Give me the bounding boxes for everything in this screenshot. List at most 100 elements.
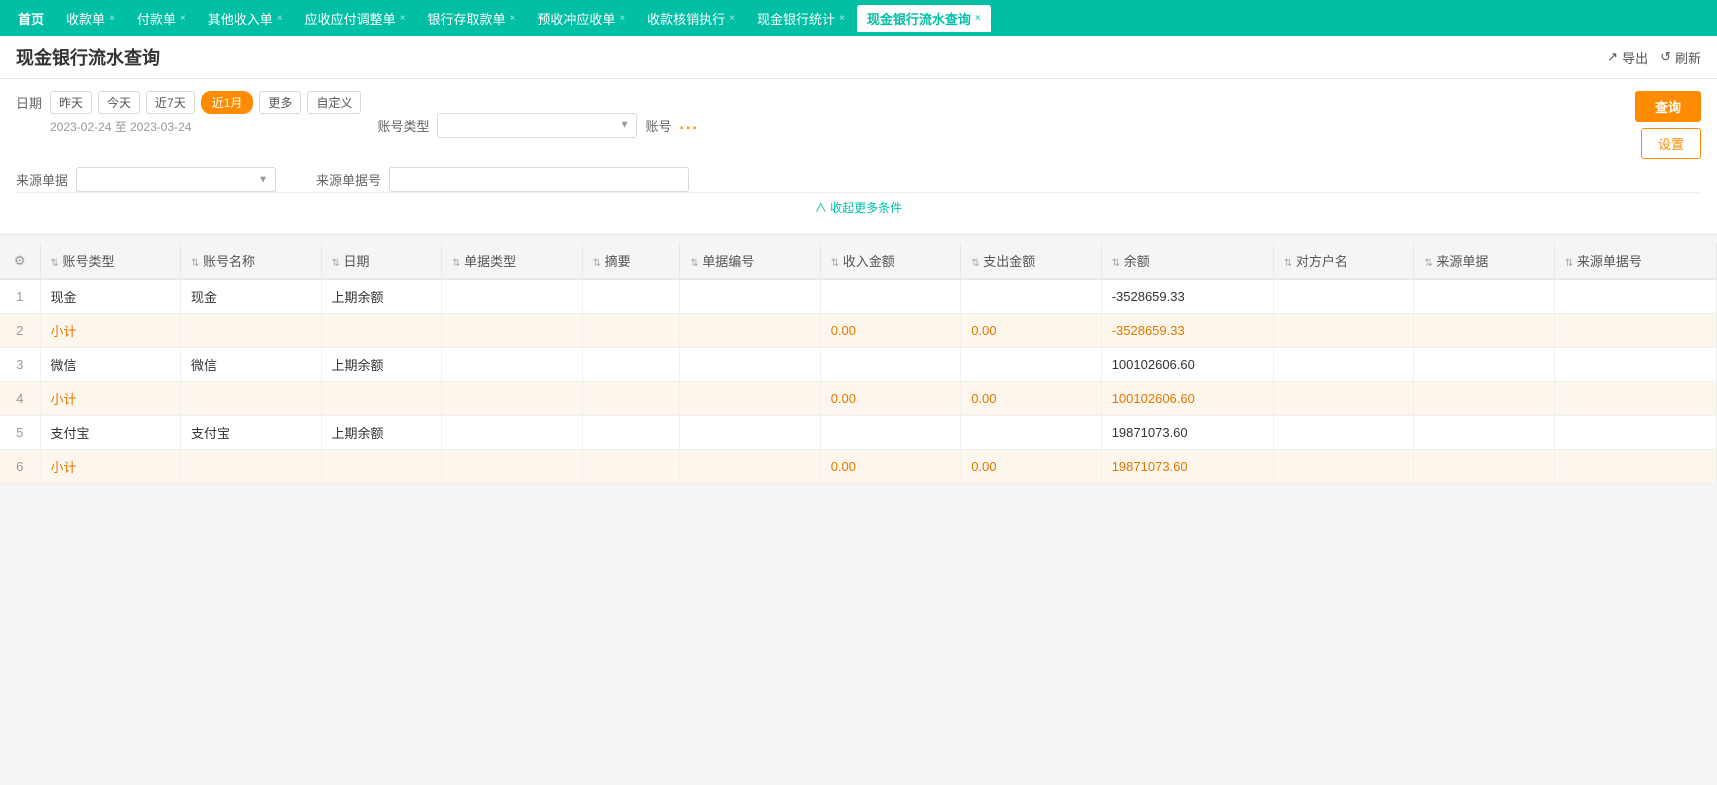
table-row: 2小计0.000.00-3528659.33 [0,314,1717,348]
nav-home[interactable]: 首页 [8,5,54,32]
settings-button[interactable]: 设置 [1641,128,1701,159]
tab-close-icon[interactable]: × [619,13,625,24]
column-header-date[interactable]: ⇅ 日期 [321,243,442,279]
cell-date [321,382,442,416]
cell-date [321,450,442,484]
cell-index: 3 [0,348,40,382]
tab-close-icon[interactable]: × [729,13,735,24]
date-option-近7天[interactable]: 近7天 [146,91,195,114]
cell-source_doc [1414,348,1555,382]
cell-index: 2 [0,314,40,348]
nav-tab-预收冲应收单[interactable]: 预收冲应收单 × [527,5,635,32]
column-header-account_name[interactable]: ⇅ 账号名称 [181,243,322,279]
cell-income [820,416,961,450]
nav-tab-label: 预收冲应收单 [537,9,615,28]
cell-summary [582,348,680,382]
date-option-今天[interactable]: 今天 [98,91,140,114]
cell-expense: 0.00 [961,450,1102,484]
nav-tab-现金银行统计[interactable]: 现金银行统计× [747,5,855,32]
tab-close-icon[interactable]: × [839,13,845,24]
nav-tab-其他收入单[interactable]: 其他收入单× [198,5,293,32]
column-header-expense[interactable]: ⇅ 支出金额 [961,243,1102,279]
source-doc-select[interactable] [76,167,276,192]
column-header-income[interactable]: ⇅ 收入金额 [820,243,961,279]
source-doc-no-filter-group: 来源单据号 [316,167,689,192]
data-table-container: ⚙⇅ 账号类型⇅ 账号名称⇅ 日期⇅ 单据类型⇅ 摘要⇅ 单据编号⇅ 收入金额⇅… [0,243,1717,484]
column-header-summary[interactable]: ⇅ 摘要 [582,243,680,279]
cell-summary [582,382,680,416]
column-header-counterpart[interactable]: ⇅ 对方户名 [1273,243,1414,279]
table-settings-gear[interactable]: ⚙ [0,243,40,279]
cell-account_type: 小计 [40,314,181,348]
collapse-bar[interactable]: ∧ 收起更多条件 [16,192,1701,222]
cell-index: 4 [0,382,40,416]
cell-expense: 0.00 [961,382,1102,416]
cell-date: 上期余额 [321,348,442,382]
cell-account_type: 小计 [40,450,181,484]
account-type-select[interactable]: 现金 微信 支付宝 [437,113,637,138]
cell-account_type: 小计 [40,382,181,416]
cell-counterpart [1273,450,1414,484]
source-doc-no-input[interactable] [389,167,689,192]
nav-tab-收款单[interactable]: 收款单 × [56,5,125,32]
cell-income: 0.00 [820,382,961,416]
cell-source_doc [1414,279,1555,314]
cell-income [820,348,961,382]
nav-tab-label: 收款单 [66,9,105,28]
nav-tab-银行存取款单[interactable]: 银行存取款单× [417,5,525,32]
column-header-source_doc[interactable]: ⇅ 来源单据 [1414,243,1555,279]
date-option-昨天[interactable]: 昨天 [50,91,92,114]
cell-balance: 19871073.60 [1101,416,1273,450]
cell-doc_type [442,416,583,450]
refresh-button[interactable]: ↺ 刷新 [1660,48,1701,67]
gear-icon[interactable]: ⚙ [14,253,26,268]
collapse-label: 收起更多条件 [830,201,902,215]
nav-tab-应收应付调整单[interactable]: 应收应付调整单 × [295,5,416,32]
account-label: 账号 [645,116,671,135]
nav-tab-现金银行流水查询[interactable]: 现金银行流水查询× [857,5,991,32]
tab-close-icon[interactable]: × [180,13,186,24]
cell-account_name: 现金 [181,279,322,314]
cell-source_doc [1414,382,1555,416]
cell-account_name: 支付宝 [181,416,322,450]
query-button[interactable]: 查询 [1635,91,1701,122]
source-doc-select-wrapper: ▼ [76,167,276,192]
cell-balance: 100102606.60 [1101,382,1273,416]
column-header-doc_no[interactable]: ⇅ 单据编号 [680,243,821,279]
tab-close-icon[interactable]: × [509,13,515,24]
column-header-doc_type[interactable]: ⇅ 单据类型 [442,243,583,279]
column-header-balance[interactable]: ⇅ 余额 [1101,243,1273,279]
cell-doc_type [442,314,583,348]
nav-tab-付款单[interactable]: 付款单× [127,5,196,32]
cell-source_doc_no [1554,450,1716,484]
header-actions: ↗ 导出 ↺ 刷新 [1607,48,1701,67]
cell-income: 0.00 [820,450,961,484]
export-button[interactable]: ↗ 导出 [1607,48,1648,67]
table-row: 1现金现金上期余额-3528659.33 [0,279,1717,314]
column-header-account_type[interactable]: ⇅ 账号类型 [40,243,181,279]
nav-tab-label: 收款核销执行 [647,9,725,28]
date-option-更多[interactable]: 更多 [259,91,301,114]
cell-counterpart [1273,416,1414,450]
cell-index: 5 [0,416,40,450]
export-icon: ↗ [1607,49,1618,65]
cell-counterpart [1273,382,1414,416]
source-doc-filter-group: 来源单据 ▼ [16,167,276,192]
tab-close-icon[interactable]: × [277,13,283,24]
tab-close-icon[interactable]: × [109,13,115,24]
second-filter-row: 来源单据 ▼ 来源单据号 [16,167,1701,192]
date-option-自定义[interactable]: 自定义 [307,91,361,114]
cell-doc_no [680,416,821,450]
cell-expense [961,416,1102,450]
tab-close-icon[interactable]: × [975,13,981,24]
nav-tab-label: 应收应付调整单 [305,9,396,28]
cell-summary [582,279,680,314]
tab-close-icon[interactable]: × [400,13,406,24]
nav-tab-收款核销执行[interactable]: 收款核销执行 × [637,5,745,32]
date-option-近1月[interactable]: 近1月 [201,91,254,114]
cell-account_name [181,382,322,416]
column-header-source_doc_no[interactable]: ⇅ 来源单据号 [1554,243,1716,279]
cell-expense [961,348,1102,382]
cell-index: 6 [0,450,40,484]
account-dots-button[interactable]: ... [679,116,698,134]
